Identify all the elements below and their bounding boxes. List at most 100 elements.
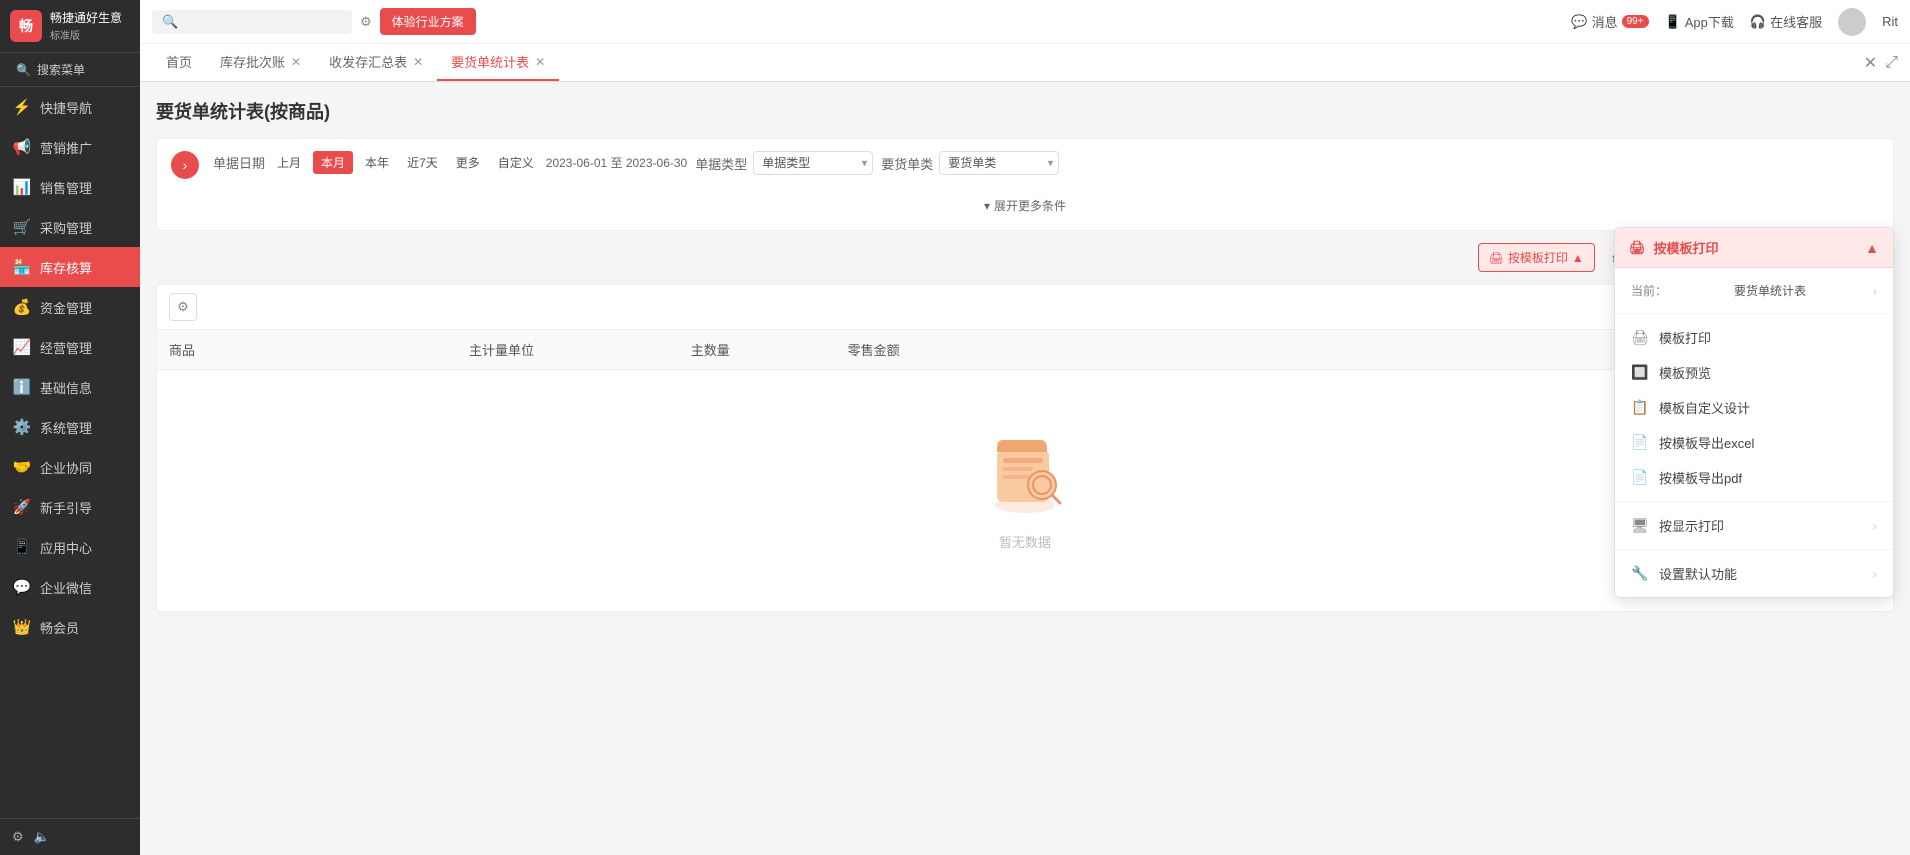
sidebar-item-inventory[interactable]: 🏪库存核算 <box>0 247 140 287</box>
nav-label-finance: 资金管理 <box>40 298 92 317</box>
date-custom-btn[interactable]: 自定义 <box>492 151 540 174</box>
nav-icon-sales: 📊 <box>12 177 32 197</box>
default-func-arrow: › <box>1873 567 1877 581</box>
display-print-item[interactable]: 🖥 按显示打印 › <box>1615 508 1893 543</box>
template-preview-icon: 🔲 <box>1631 364 1649 381</box>
topbar-search-area[interactable]: 🔍 <box>152 10 352 34</box>
topbar-search-icon: 🔍 <box>162 14 178 30</box>
sidebar-item-purchase[interactable]: 🛒采购管理 <box>0 207 140 247</box>
expand-arrow-icon: ▾ <box>984 199 990 213</box>
nav-icon-apps: 📱 <box>12 537 32 557</box>
sidebar-logo-subtitle: 标准版 <box>50 27 122 42</box>
user-avatar[interactable] <box>1838 8 1866 36</box>
nav-icon-member: 👑 <box>12 617 32 637</box>
template-export-pdf-left: 📄 按模板导出pdf <box>1631 468 1742 487</box>
sidebar-footer: ⚙ 🔈 <box>0 818 140 855</box>
col-settings-btn[interactable]: ⚙ <box>169 293 197 321</box>
nav-label-wechat: 企业微信 <box>40 578 92 597</box>
sidebar-item-apps[interactable]: 📱应用中心 <box>0 527 140 567</box>
sidebar-item-system[interactable]: ⚙️系统管理 <box>0 407 140 447</box>
date-this-year-btn[interactable]: 本年 <box>359 151 395 174</box>
template-export-excel-icon: 📄 <box>1631 434 1649 451</box>
sidebar-item-sales[interactable]: 📊销售管理 <box>0 167 140 207</box>
empty-icon <box>975 430 1075 520</box>
footer-settings-icon[interactable]: ⚙ <box>12 829 24 845</box>
close-all-icon[interactable]: ✕ <box>1864 53 1877 73</box>
current-arrow: › <box>1873 284 1877 298</box>
tab-inventory-batch[interactable]: 库存批次账 ✕ <box>206 44 315 81</box>
tab-order-stats[interactable]: 要货单统计表✕ <box>437 44 559 81</box>
nav-label-marketing: 营销推广 <box>40 138 92 157</box>
template-print-icon: 🖨 <box>1631 329 1649 346</box>
tab-label-inventory-batch: 库存批次账 <box>220 52 285 71</box>
nav-icon-finance: 💰 <box>12 297 32 317</box>
tab-collection-summary[interactable]: 收发存汇总表✕ <box>315 44 437 81</box>
trial-btn[interactable]: 体验行业方案 <box>380 8 476 35</box>
sidebar-item-marketing[interactable]: 📢营销推广 <box>0 127 140 167</box>
expand-more-btn[interactable]: ▾ 展开更多条件 <box>976 193 1074 218</box>
template-print-item[interactable]: 🖨 模板打印 <box>1615 320 1893 355</box>
dropdown-up-arrow[interactable]: ▲ <box>1865 240 1879 256</box>
sidebar-item-finance[interactable]: 💰 资金管理 <box>0 287 140 327</box>
date-prev-month-btn[interactable]: 上月 <box>271 151 307 174</box>
filter-toggle-btn[interactable]: › <box>171 151 199 179</box>
sidebar-logo: 畅 畅捷通好生意 标准版 <box>0 0 140 53</box>
print-btn[interactable]: 🖨 按模板打印 ▲ <box>1478 243 1595 272</box>
message-item[interactable]: 💬 消息 99+ <box>1571 12 1648 31</box>
col-amount: 零售金额 <box>836 330 1025 370</box>
online-service-label: 在线客服 <box>1770 12 1822 31</box>
sidebar-item-member[interactable]: 👑畅会员 <box>0 607 140 647</box>
date-more-btn[interactable]: 更多 <box>450 151 486 174</box>
display-print-arrow: › <box>1873 519 1877 533</box>
nav-icon-guide: 🚀 <box>12 497 32 517</box>
sidebar-search-label: 搜索菜单 <box>37 61 85 78</box>
sidebar-item-guide[interactable]: 🚀新手引导 <box>0 487 140 527</box>
page-title: 要货单统计表(按商品) <box>156 98 1894 124</box>
footer-sound-icon[interactable]: 🔈 <box>34 829 50 845</box>
template-preview-item[interactable]: 🔲 模板预览 <box>1615 355 1893 390</box>
default-func-item[interactable]: 🔧 设置默认功能 › <box>1615 556 1893 591</box>
topbar-search-input[interactable] <box>178 15 318 29</box>
sidebar-item-cooperation[interactable]: 🤝企业协同 <box>0 447 140 487</box>
printer-icon: 🖨 <box>1489 251 1504 265</box>
dropdown-actions-section: 🖨 模板打印 🔲 模板预览 📋 模板自定义设计 <box>1615 314 1893 502</box>
topbar-settings-icon[interactable]: ⚙ <box>360 14 372 30</box>
template-export-excel-item[interactable]: 📄 按模板导出excel <box>1615 425 1893 460</box>
print-dropdown-popup: 🖨 按模板打印 ▲ 当前： 要货单统计表 › 🖨 模板打印 <box>1614 227 1894 598</box>
tab-home[interactable]: 首页 <box>152 44 206 81</box>
type-select-wrapper: 单据类型 <box>753 151 873 175</box>
template-export-pdf-label: 按模板导出pdf <box>1659 468 1742 487</box>
sidebar-item-wechat[interactable]: 💬企业微信 <box>0 567 140 607</box>
online-service-item[interactable]: 🎧 在线客服 <box>1750 12 1822 31</box>
order-type-filter-label: 要货单类 <box>881 154 933 173</box>
tab-close-order-stats[interactable]: ✕ <box>535 55 545 69</box>
content-area: 要货单统计表(按商品) › 单据日期 上月 本月 本年 近7天 更多 自定义 2… <box>140 82 1910 855</box>
tab-close-collection-summary[interactable]: ✕ <box>413 55 423 69</box>
tab-close-inventory-batch[interactable]: ✕ <box>291 55 301 69</box>
sidebar-item-basic[interactable]: ℹ️基础信息 <box>0 367 140 407</box>
sidebar-item-quick-nav[interactable]: ⚡快捷导航 <box>0 87 140 127</box>
template-custom-item[interactable]: 📋 模板自定义设计 <box>1615 390 1893 425</box>
app-download-item[interactable]: 📱 App下载 <box>1665 12 1734 31</box>
expand-icon[interactable]: ⤢ <box>1885 54 1898 72</box>
print-dropdown-arrow: ▲ <box>1572 251 1584 265</box>
order-type-select-wrapper: 要货单类 <box>939 151 1059 175</box>
sidebar-item-business[interactable]: 📈经营管理 <box>0 327 140 367</box>
type-select[interactable]: 单据类型 <box>753 151 873 175</box>
nav-icon-business: 📈 <box>12 337 32 357</box>
sidebar-search[interactable]: 🔍 搜索菜单 <box>0 53 140 87</box>
dropdown-display-section: 🖥 按显示打印 › <box>1615 502 1893 550</box>
nav-icon-purchase: 🛒 <box>12 217 32 237</box>
date-this-month-btn[interactable]: 本月 <box>313 151 353 174</box>
tabs-actions: ✕ ⤢ <box>1864 53 1898 73</box>
order-type-select[interactable]: 要货单类 <box>939 151 1059 175</box>
message-label: 消息 <box>1592 12 1618 31</box>
template-export-pdf-item[interactable]: 📄 按模板导出pdf <box>1615 460 1893 495</box>
order-type-filter-group: 要货单类 要货单类 <box>881 151 1059 175</box>
template-export-excel-left: 📄 按模板导出excel <box>1631 433 1754 452</box>
dropdown-default-section: 🔧 设置默认功能 › <box>1615 550 1893 597</box>
date-filter-group: 单据日期 上月 本月 本年 近7天 更多 自定义 2023-06-01 至 20… <box>213 151 687 174</box>
dropdown-header-right: ▲ <box>1865 240 1879 256</box>
date-7days-btn[interactable]: 近7天 <box>401 151 444 174</box>
app-download-icon: 📱 <box>1665 14 1681 30</box>
